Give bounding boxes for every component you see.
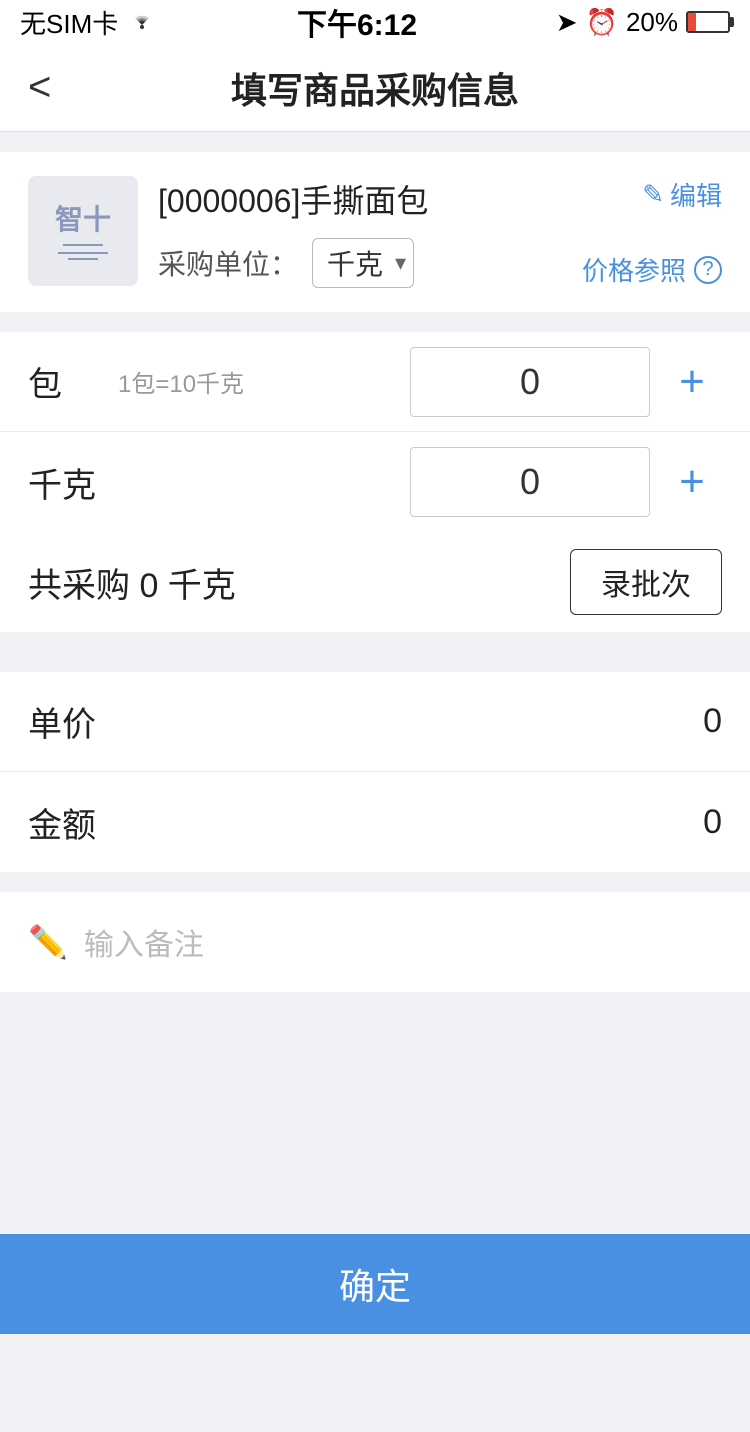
confirm-label: 确定 (339, 1258, 411, 1310)
bao-label: 包 (28, 357, 108, 406)
product-logo: 智十 (55, 198, 111, 238)
price-ref-icon: ? (694, 256, 722, 284)
bao-plus-button[interactable]: + (662, 347, 722, 417)
divider-2 (0, 632, 750, 652)
batch-button[interactable]: 录批次 (570, 549, 722, 615)
summary-text: 共采购 0 千克 (28, 558, 236, 607)
page-title: 填写商品采购信息 (231, 62, 519, 114)
bao-sublabel: 1包=10千克 (118, 364, 410, 399)
price-ref-button[interactable]: 价格参照 ? (582, 251, 722, 288)
edit-label: 编辑 (670, 176, 722, 213)
status-bar: 无SIM卡 下午6:12 ➤ ⏰ 20% (0, 0, 750, 44)
wifi-icon (126, 7, 158, 38)
unit-select-wrapper[interactable]: 千克 (312, 238, 414, 288)
unit-select[interactable]: 千克 (312, 238, 414, 288)
kg-plus-button[interactable]: + (662, 447, 722, 517)
unit-label: 采购单位： (158, 243, 298, 283)
amount-value: 0 (703, 803, 722, 842)
notes-section[interactable]: ✏️ 输入备注 (0, 892, 750, 992)
location-icon: ➤ (556, 7, 578, 38)
amount-label: 金额 (28, 798, 96, 847)
bao-row: 包 1包=10千克 + (0, 332, 750, 432)
edit-icon: ✎ (642, 179, 664, 210)
summary-row: 共采购 0 千克 录批次 (0, 532, 750, 632)
info-section: 单价 0 金额 0 (0, 672, 750, 872)
pencil-icon: ✏️ (28, 923, 68, 961)
kg-label: 千克 (28, 458, 108, 507)
status-left: 无SIM卡 (20, 4, 158, 41)
price-label: 单价 (28, 697, 96, 746)
time-display: 下午6:12 (297, 0, 417, 44)
price-ref-label: 价格参照 (582, 251, 686, 288)
carrier-text: 无SIM卡 (20, 4, 118, 41)
kg-row: 千克 + (0, 432, 750, 532)
product-card: 智十 [0000006]手撕面包 采购单位： 千克 ✎ 编辑 价格参照 ? (0, 152, 750, 312)
product-thumbnail: 智十 (28, 176, 138, 286)
alarm-icon: ⏰ (586, 7, 618, 38)
amount-row: 金额 0 (0, 772, 750, 872)
kg-input[interactable] (410, 447, 650, 517)
input-section: 包 1包=10千克 + 千克 + (0, 332, 750, 532)
divider-1 (0, 312, 750, 332)
bao-input[interactable] (410, 347, 650, 417)
price-value: 0 (703, 702, 722, 741)
battery-text: 20% (626, 7, 678, 38)
bao-input-group: + (410, 347, 722, 417)
back-button[interactable]: < (28, 65, 51, 110)
notes-placeholder: 输入备注 (84, 920, 204, 964)
status-right: ➤ ⏰ 20% (556, 7, 730, 38)
product-name: [0000006]手撕面包 (158, 176, 722, 222)
nav-bar: < 填写商品采购信息 (0, 44, 750, 132)
price-row: 单价 0 (0, 672, 750, 772)
kg-input-group: + (410, 447, 722, 517)
edit-button[interactable]: ✎ 编辑 (642, 176, 722, 213)
confirm-button[interactable]: 确定 (0, 1234, 750, 1334)
battery-icon (686, 11, 730, 33)
